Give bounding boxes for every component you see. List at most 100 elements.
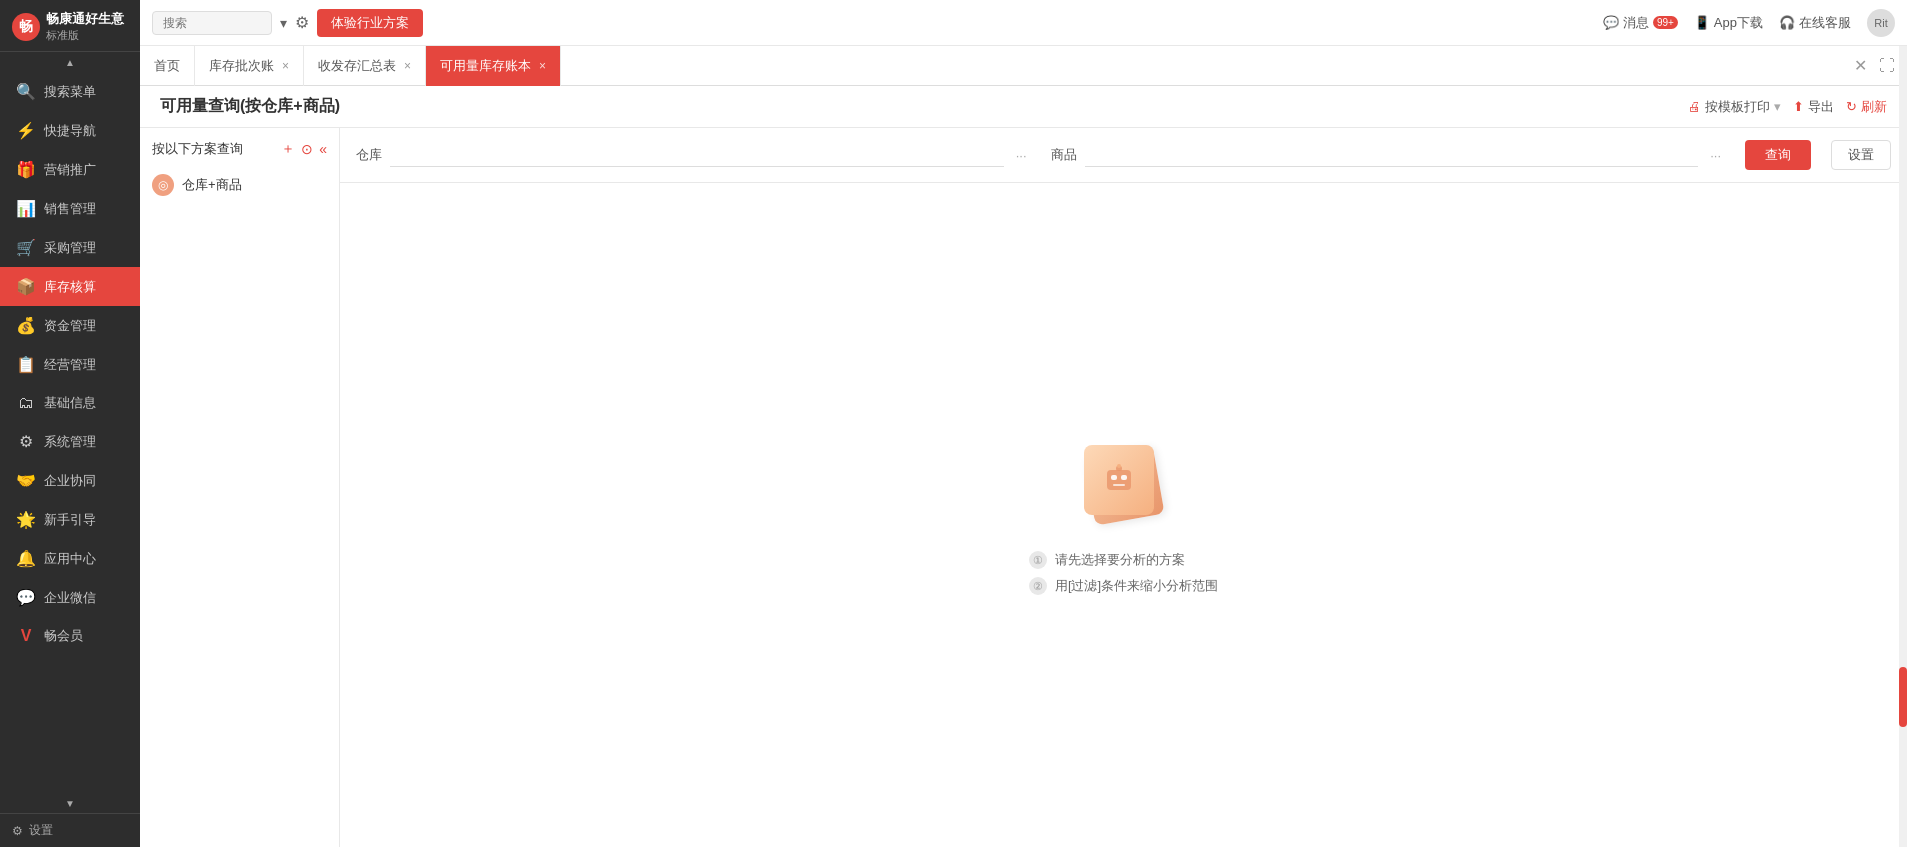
product-input[interactable] [1085, 143, 1699, 167]
sidebar-scroll-up[interactable]: ▲ [0, 52, 140, 72]
sidebar-item-label: 应用中心 [44, 550, 96, 568]
topbar-gear-icon[interactable]: ⚙ [295, 13, 309, 32]
print-dropdown-icon[interactable]: ▾ [1774, 99, 1781, 114]
hint-text-2: 用[过滤]条件来缩小分析范围 [1055, 577, 1218, 595]
sidebar-settings[interactable]: ⚙ 设置 [0, 813, 140, 847]
sidebar-item-label: 基础信息 [44, 394, 96, 412]
topbar-search-input[interactable] [152, 11, 272, 35]
print-template-button[interactable]: 🖨 按模板打印 ▾ [1688, 98, 1781, 116]
hint-num-2: ② [1029, 577, 1047, 595]
page-header: 可用量查询(按仓库+商品) 🖨 按模板打印 ▾ ⬆ 导出 ↻ 刷新 [140, 86, 1907, 128]
marketing-icon: 🎁 [16, 160, 36, 179]
empty-illustration [1074, 435, 1174, 535]
message-label: 消息 [1623, 14, 1649, 32]
sidebar-item-label: 库存核算 [44, 278, 96, 296]
brand-icon: 畅 [12, 13, 40, 41]
phone-icon: 📱 [1694, 15, 1710, 30]
refresh-label: 刷新 [1861, 98, 1887, 116]
tab-receipts-summary-close[interactable]: × [404, 59, 411, 73]
query-toolbar: 仓库 ··· 商品 ··· 查询 设置 [340, 128, 1907, 183]
sidebar: 畅 畅康通好生意 标准版 ▲ 🔍 搜索菜单 ⚡ 快捷导航 🎁 营销推广 📊 销售… [0, 0, 140, 847]
product-more-icon[interactable]: ··· [1706, 148, 1725, 163]
sidebar-item-operation[interactable]: 📋 经营管理 [0, 345, 140, 384]
robot-icon [1099, 460, 1139, 500]
sidebar-scroll-down[interactable]: ▼ [0, 793, 140, 813]
sidebar-item-label: 新手引导 [44, 511, 96, 529]
sidebar-item-basic[interactable]: 🗂 基础信息 [0, 384, 140, 422]
tab-inventory-batch[interactable]: 库存批次账 × [195, 46, 304, 86]
warehouse-field: 仓库 ··· [356, 143, 1031, 167]
page-title: 可用量查询(按仓库+商品) [160, 96, 340, 117]
sidebar-item-label: 企业协同 [44, 472, 96, 490]
warehouse-more-icon[interactable]: ··· [1012, 148, 1031, 163]
topbar: ▾ ⚙ 体验行业方案 💬 消息 99+ 📱 App下载 🎧 在线客服 Rit [140, 0, 1907, 46]
sidebar-item-system[interactable]: ⚙ 系统管理 [0, 422, 140, 461]
finance-icon: 💰 [16, 316, 36, 335]
sidebar-item-finance[interactable]: 💰 资金管理 [0, 306, 140, 345]
warehouse-input[interactable] [390, 143, 1004, 167]
wechat-icon: 💬 [16, 588, 36, 607]
filter-item-warehouse-product[interactable]: ◎ 仓库+商品 [140, 166, 339, 204]
sidebar-item-sales[interactable]: 📊 销售管理 [0, 189, 140, 228]
export-button[interactable]: ⬆ 导出 [1793, 98, 1834, 116]
warehouse-label: 仓库 [356, 146, 382, 164]
sidebar-item-label: 系统管理 [44, 433, 96, 451]
trial-button[interactable]: 体验行业方案 [317, 9, 423, 37]
topbar-online-service[interactable]: 🎧 在线客服 [1779, 14, 1851, 32]
tab-home[interactable]: 首页 [140, 46, 195, 86]
sidebar-item-marketing[interactable]: 🎁 营销推广 [0, 150, 140, 189]
empty-hint-1: ① 请先选择要分析的方案 [1029, 551, 1218, 569]
right-scrollbar [1899, 46, 1907, 847]
filter-panel: 按以下方案查询 ＋ ⊙ « ◎ 仓库+商品 [140, 128, 340, 847]
sidebar-item-apps[interactable]: 🔔 应用中心 [0, 539, 140, 578]
tab-receipts-summary[interactable]: 收发存汇总表 × [304, 46, 426, 86]
filter-settings-button[interactable]: ⊙ [301, 140, 313, 158]
tab-available-ledger-close[interactable]: × [539, 59, 546, 73]
tabbar-expand-button[interactable]: ⛶ [1875, 53, 1899, 79]
settings-button[interactable]: 设置 [1831, 140, 1891, 170]
refresh-button[interactable]: ↻ 刷新 [1846, 98, 1887, 116]
sidebar-item-guide[interactable]: 🌟 新手引导 [0, 500, 140, 539]
sidebar-item-inventory[interactable]: 📦 库存核算 [0, 267, 140, 306]
sidebar-item-corp[interactable]: 🤝 企业协同 [0, 461, 140, 500]
filter-add-button[interactable]: ＋ [281, 140, 295, 158]
sidebar-item-search[interactable]: 🔍 搜索菜单 [0, 72, 140, 111]
tab-inventory-batch-close[interactable]: × [282, 59, 289, 73]
filter-header: 按以下方案查询 ＋ ⊙ « [140, 140, 339, 166]
purchase-icon: 🛒 [16, 238, 36, 257]
empty-box-face [1084, 445, 1154, 515]
basic-icon: 🗂 [16, 394, 36, 412]
user-name: Rit [1874, 17, 1887, 29]
apps-icon: 🔔 [16, 549, 36, 568]
sidebar-item-label: 经营管理 [44, 356, 96, 374]
query-button[interactable]: 查询 [1745, 140, 1811, 170]
svg-rect-2 [1121, 475, 1127, 480]
tabbar-close-all-button[interactable]: ✕ [1850, 52, 1871, 79]
refresh-icon: ↻ [1846, 99, 1857, 114]
topbar-app-download[interactable]: 📱 App下载 [1694, 14, 1763, 32]
sidebar-nav: 🔍 搜索菜单 ⚡ 快捷导航 🎁 营销推广 📊 销售管理 🛒 采购管理 📦 库存核… [0, 72, 140, 793]
content-area: 按以下方案查询 ＋ ⊙ « ◎ 仓库+商品 仓库 ··· [140, 128, 1907, 847]
topbar-user-avatar[interactable]: Rit [1867, 9, 1895, 37]
filter-header-label: 按以下方案查询 [152, 140, 243, 158]
sidebar-item-shortcut[interactable]: ⚡ 快捷导航 [0, 111, 140, 150]
tab-available-ledger[interactable]: 可用量库存账本 × [426, 46, 561, 86]
sidebar-item-wechat[interactable]: 💬 企业微信 [0, 578, 140, 617]
sidebar-item-purchase[interactable]: 🛒 采购管理 [0, 228, 140, 267]
scrollbar-thumb[interactable] [1899, 667, 1907, 727]
sidebar-item-member[interactable]: V 畅会员 [0, 617, 140, 655]
main-content: ▾ ⚙ 体验行业方案 💬 消息 99+ 📱 App下载 🎧 在线客服 Rit [140, 0, 1907, 847]
inventory-icon: 📦 [16, 277, 36, 296]
tabbar: 首页 库存批次账 × 收发存汇总表 × 可用量库存账本 × ✕ ⛶ [140, 46, 1907, 86]
topbar-message[interactable]: 💬 消息 99+ [1603, 14, 1678, 32]
topbar-dropdown-icon[interactable]: ▾ [280, 15, 287, 31]
product-label: 商品 [1051, 146, 1077, 164]
print-label: 按模板打印 [1705, 98, 1770, 116]
filter-header-actions: ＋ ⊙ « [281, 140, 327, 158]
filter-collapse-button[interactable]: « [319, 140, 327, 158]
product-field: 商品 ··· [1051, 143, 1726, 167]
sidebar-item-label: 采购管理 [44, 239, 96, 257]
sidebar-item-label: 搜索菜单 [44, 83, 96, 101]
svg-point-5 [1117, 464, 1121, 468]
shortcut-icon: ⚡ [16, 121, 36, 140]
